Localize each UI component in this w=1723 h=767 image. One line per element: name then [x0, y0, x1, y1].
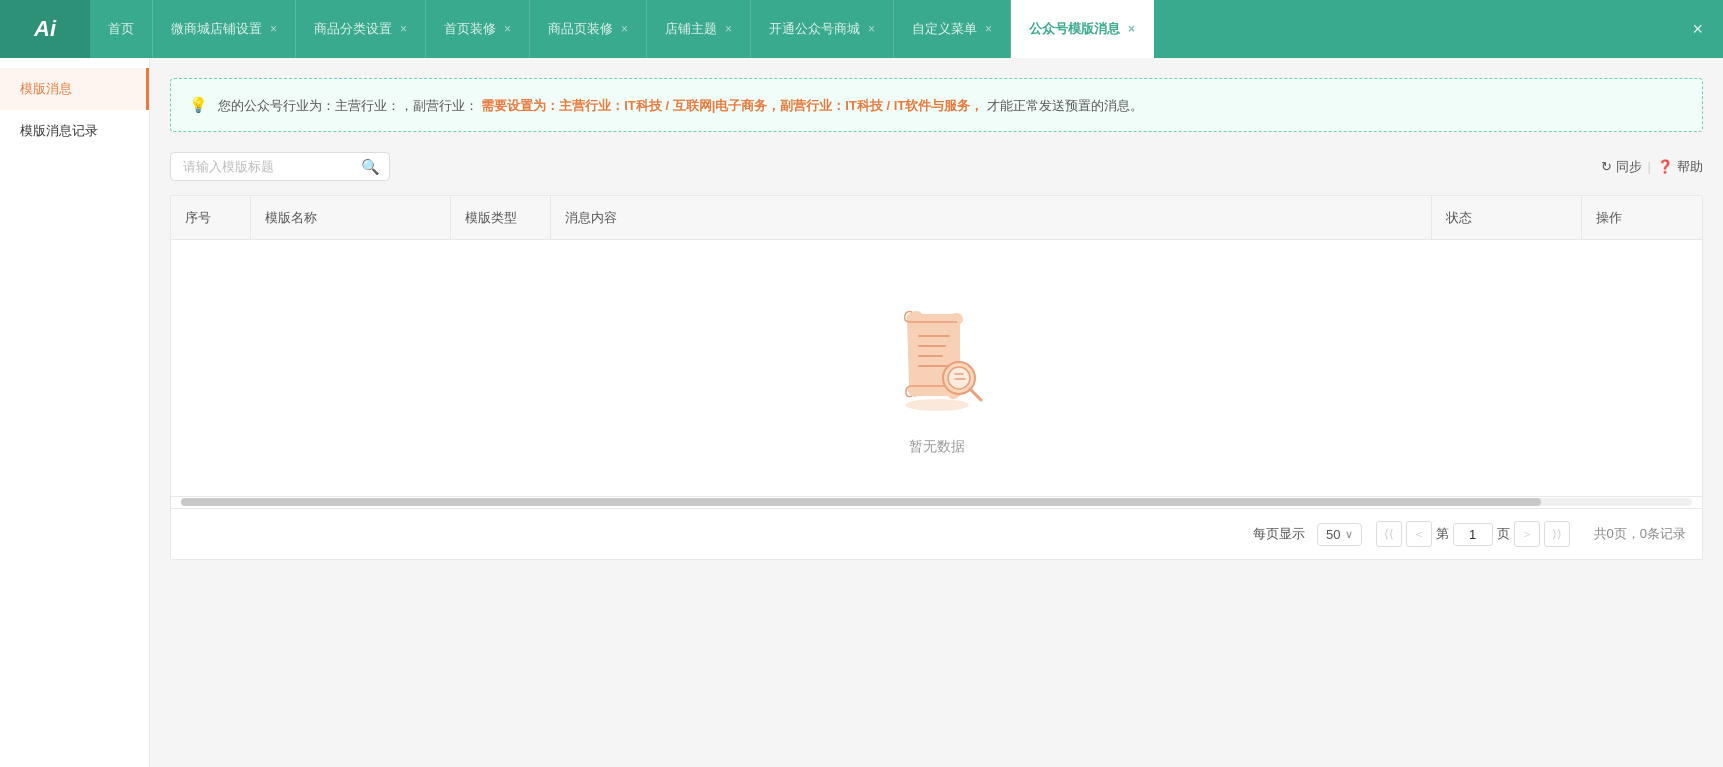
tab-weishop-close[interactable]: × [270, 23, 277, 35]
page-label-prefix: 第 [1436, 525, 1449, 543]
tab-template[interactable]: 公众号模版消息 × [1011, 0, 1154, 58]
notice-icon: 💡 [189, 96, 208, 113]
search-bar: 🔍 ↻ 同步 | ❓ 帮助 [170, 152, 1703, 181]
app-logo: Ai [0, 0, 90, 58]
tab-home[interactable]: 首页 [90, 0, 153, 58]
tab-theme[interactable]: 店铺主题 × [647, 0, 751, 58]
toolbar-divider: | [1648, 159, 1651, 174]
tab-mall-label: 开通公众号商城 [769, 20, 860, 38]
notice-box: 💡 您的公众号行业为：主营行业：，副营行业： 需要设置为：主营行业：IT科技 /… [170, 78, 1703, 132]
sync-label: 同步 [1616, 158, 1642, 176]
prev-page-button[interactable]: ＜ [1406, 521, 1432, 547]
col-header-status: 状态 [1432, 196, 1582, 239]
tab-category-label: 商品分类设置 [314, 20, 392, 38]
col-header-type: 模版类型 [451, 196, 551, 239]
tab-mall[interactable]: 开通公众号商城 × [751, 0, 894, 58]
page-nav: ⟨⟨ ＜ 第 页 ＞ ⟩⟩ [1376, 521, 1570, 547]
tab-template-close[interactable]: × [1128, 23, 1135, 35]
content-area: 💡 您的公众号行业为：主营行业：，副营行业： 需要设置为：主营行业：IT科技 /… [150, 58, 1723, 767]
toolbar-right: ↻ 同步 | ❓ 帮助 [1601, 158, 1703, 176]
help-label: 帮助 [1677, 158, 1703, 176]
col-header-name: 模版名称 [251, 196, 451, 239]
tab-theme-label: 店铺主题 [665, 20, 717, 38]
col-header-content: 消息内容 [551, 196, 1432, 239]
tab-weishop[interactable]: 微商城店铺设置 × [153, 0, 296, 58]
empty-icon [877, 300, 997, 420]
last-page-button[interactable]: ⟩⟩ [1544, 521, 1570, 547]
search-input[interactable] [170, 152, 390, 181]
page-label-suffix: 页 [1497, 525, 1510, 543]
page-size-value: 50 [1326, 527, 1340, 542]
help-button[interactable]: ❓ 帮助 [1657, 158, 1703, 176]
tab-menu[interactable]: 自定义菜单 × [894, 0, 1011, 58]
svg-point-6 [948, 367, 970, 389]
global-close-button[interactable]: × [1672, 0, 1723, 58]
scrollbar-thumb [181, 498, 1541, 506]
notice-prefix: 您的公众号行业为：主营行业：，副营行业： [218, 98, 478, 113]
page-number-input[interactable] [1453, 523, 1493, 546]
tab-template-label: 公众号模版消息 [1029, 20, 1120, 38]
tab-category[interactable]: 商品分类设置 × [296, 0, 426, 58]
search-input-wrap: 🔍 [170, 152, 390, 181]
tab-homepage-close[interactable]: × [504, 23, 511, 35]
first-page-button[interactable]: ⟨⟨ [1376, 521, 1402, 547]
tab-category-close[interactable]: × [400, 23, 407, 35]
col-header-seq: 序号 [171, 196, 251, 239]
main-layout: 模版消息 模版消息记录 💡 您的公众号行业为：主营行业：，副营行业： 需要设置为… [0, 58, 1723, 767]
empty-text: 暂无数据 [909, 438, 965, 456]
tab-theme-close[interactable]: × [725, 23, 732, 35]
tab-homepage-label: 首页装修 [444, 20, 496, 38]
sync-button[interactable]: ↻ 同步 [1601, 158, 1642, 176]
svg-line-7 [970, 389, 981, 400]
pagination: 每页显示 50 ∨ ⟨⟨ ＜ 第 页 ＞ ⟩⟩ 共0页，0条记录 [171, 508, 1702, 559]
tab-weishop-label: 微商城店铺设置 [171, 20, 262, 38]
tab-productpage-close[interactable]: × [621, 23, 628, 35]
total-info: 共0页，0条记录 [1594, 525, 1686, 543]
help-icon: ❓ [1657, 159, 1673, 174]
next-page-button[interactable]: ＞ [1514, 521, 1540, 547]
tab-productpage-label: 商品页装修 [548, 20, 613, 38]
empty-state: 暂无数据 [171, 240, 1702, 496]
tab-homepage[interactable]: 首页装修 × [426, 0, 530, 58]
page-size-select[interactable]: 50 ∨ [1317, 523, 1361, 546]
horizontal-scrollbar[interactable] [171, 496, 1702, 508]
tab-menu-close[interactable]: × [985, 23, 992, 35]
chevron-down-icon: ∨ [1345, 528, 1353, 541]
page-size-label: 每页显示 [1253, 525, 1305, 543]
tab-home-label: 首页 [108, 20, 134, 38]
col-header-action: 操作 [1582, 196, 1702, 239]
tab-menu-label: 自定义菜单 [912, 20, 977, 38]
tab-productpage[interactable]: 商品页装修 × [530, 0, 647, 58]
tab-mall-close[interactable]: × [868, 23, 875, 35]
search-icon[interactable]: 🔍 [361, 158, 380, 176]
sidebar-item-template-record[interactable]: 模版消息记录 [0, 110, 149, 152]
top-tabbar: Ai 首页 微商城店铺设置 × 商品分类设置 × 首页装修 × 商品页装修 × … [0, 0, 1723, 58]
svg-point-0 [905, 399, 969, 411]
table-header: 序号 模版名称 模版类型 消息内容 状态 操作 [171, 196, 1702, 240]
data-table: 序号 模版名称 模版类型 消息内容 状态 操作 [170, 195, 1703, 560]
notice-highlight: 需要设置为：主营行业：IT科技 / 互联网|电子商务，副营行业：IT科技 / I… [481, 98, 983, 113]
notice-suffix: 才能正常发送预置的消息。 [987, 98, 1143, 113]
sidebar: 模版消息 模版消息记录 [0, 58, 150, 767]
sync-icon: ↻ [1601, 159, 1612, 174]
scrollbar-track [181, 498, 1692, 506]
sidebar-item-template-msg[interactable]: 模版消息 [0, 68, 149, 110]
